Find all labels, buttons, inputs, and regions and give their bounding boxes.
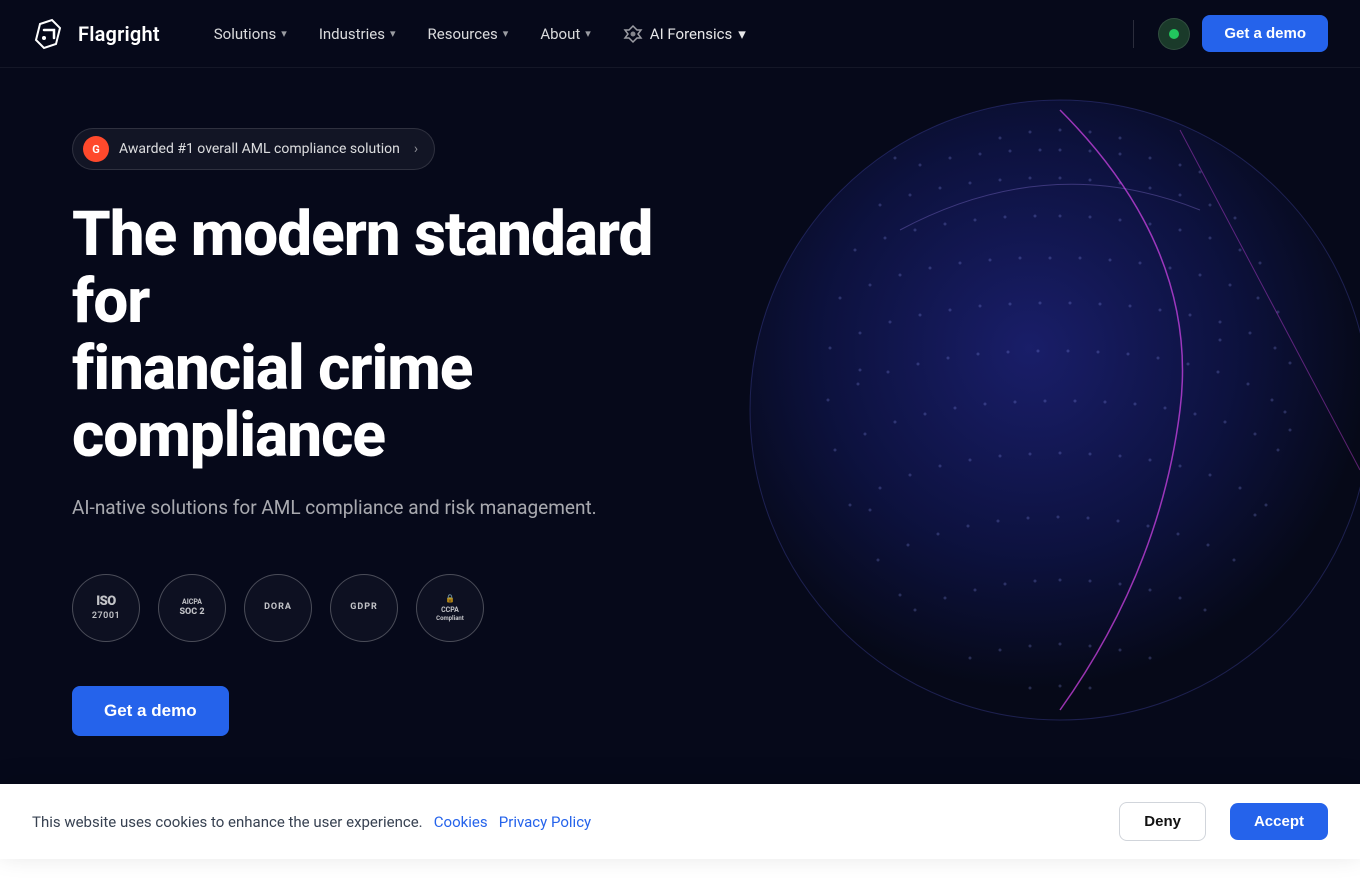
deny-button[interactable]: Deny — [1119, 802, 1206, 841]
about-chevron-icon: ▾ — [585, 27, 591, 40]
solutions-chevron-icon: ▾ — [281, 27, 287, 40]
ai-forensics-icon — [622, 23, 644, 45]
brand-name: Flagright — [78, 22, 160, 46]
hero-subtitle: AI-native solutions for AML compliance a… — [72, 494, 676, 523]
nav-industries[interactable]: Industries ▾ — [305, 17, 410, 51]
nav-ai-forensics[interactable]: AI Forensics ▾ — [609, 16, 759, 52]
logo-link[interactable]: Flagright — [32, 16, 160, 52]
iso-badge: ISO 27001 — [72, 574, 140, 642]
certification-badges: ISO 27001 AICPA SOC 2 DORA GDPR 🔒 CCPA — [72, 574, 676, 642]
language-selector[interactable] — [1158, 18, 1190, 50]
language-indicator — [1169, 29, 1179, 39]
award-arrow-icon: › — [414, 141, 418, 157]
nav-links: Solutions ▾ Industries ▾ Resources ▾ Abo… — [200, 16, 1122, 52]
navigation: Flagright Solutions ▾ Industries ▾ Resou… — [0, 0, 1360, 68]
cookie-banner: This website uses cookies to enhance the… — [0, 784, 1360, 859]
cookies-link[interactable]: Cookies — [434, 813, 488, 831]
nav-resources[interactable]: Resources ▾ — [414, 17, 523, 51]
g2-icon: G — [83, 136, 109, 162]
dora-badge: DORA — [244, 574, 312, 642]
hero-get-demo-button[interactable]: Get a demo — [72, 686, 229, 736]
hero-title: The modern standard for financial crime … — [72, 202, 676, 470]
award-badge[interactable]: G Awarded #1 overall AML compliance solu… — [72, 128, 435, 170]
nav-divider — [1133, 20, 1134, 48]
cookie-message: This website uses cookies to enhance the… — [32, 813, 1095, 831]
gdpr-badge: GDPR — [330, 574, 398, 642]
accept-button[interactable]: Accept — [1230, 803, 1328, 840]
ccpa-badge: 🔒 CCPA Compliant — [416, 574, 484, 642]
nav-right: Get a demo — [1121, 15, 1328, 52]
soc2-badge: AICPA SOC 2 — [158, 574, 226, 642]
privacy-policy-link[interactable]: Privacy Policy — [499, 813, 591, 831]
nav-solutions[interactable]: Solutions ▾ — [200, 17, 301, 51]
globe-visualization — [700, 50, 1360, 770]
nav-about[interactable]: About ▾ — [526, 17, 604, 51]
hero-content: G Awarded #1 overall AML compliance solu… — [0, 68, 748, 796]
forensics-chevron-icon: ▾ — [738, 25, 746, 43]
industries-chevron-icon: ▾ — [390, 27, 396, 40]
hero-section: G Awarded #1 overall AML compliance solu… — [0, 0, 1360, 796]
resources-chevron-icon: ▾ — [503, 27, 509, 40]
nav-get-demo-button[interactable]: Get a demo — [1202, 15, 1328, 52]
logo-icon — [32, 16, 68, 52]
